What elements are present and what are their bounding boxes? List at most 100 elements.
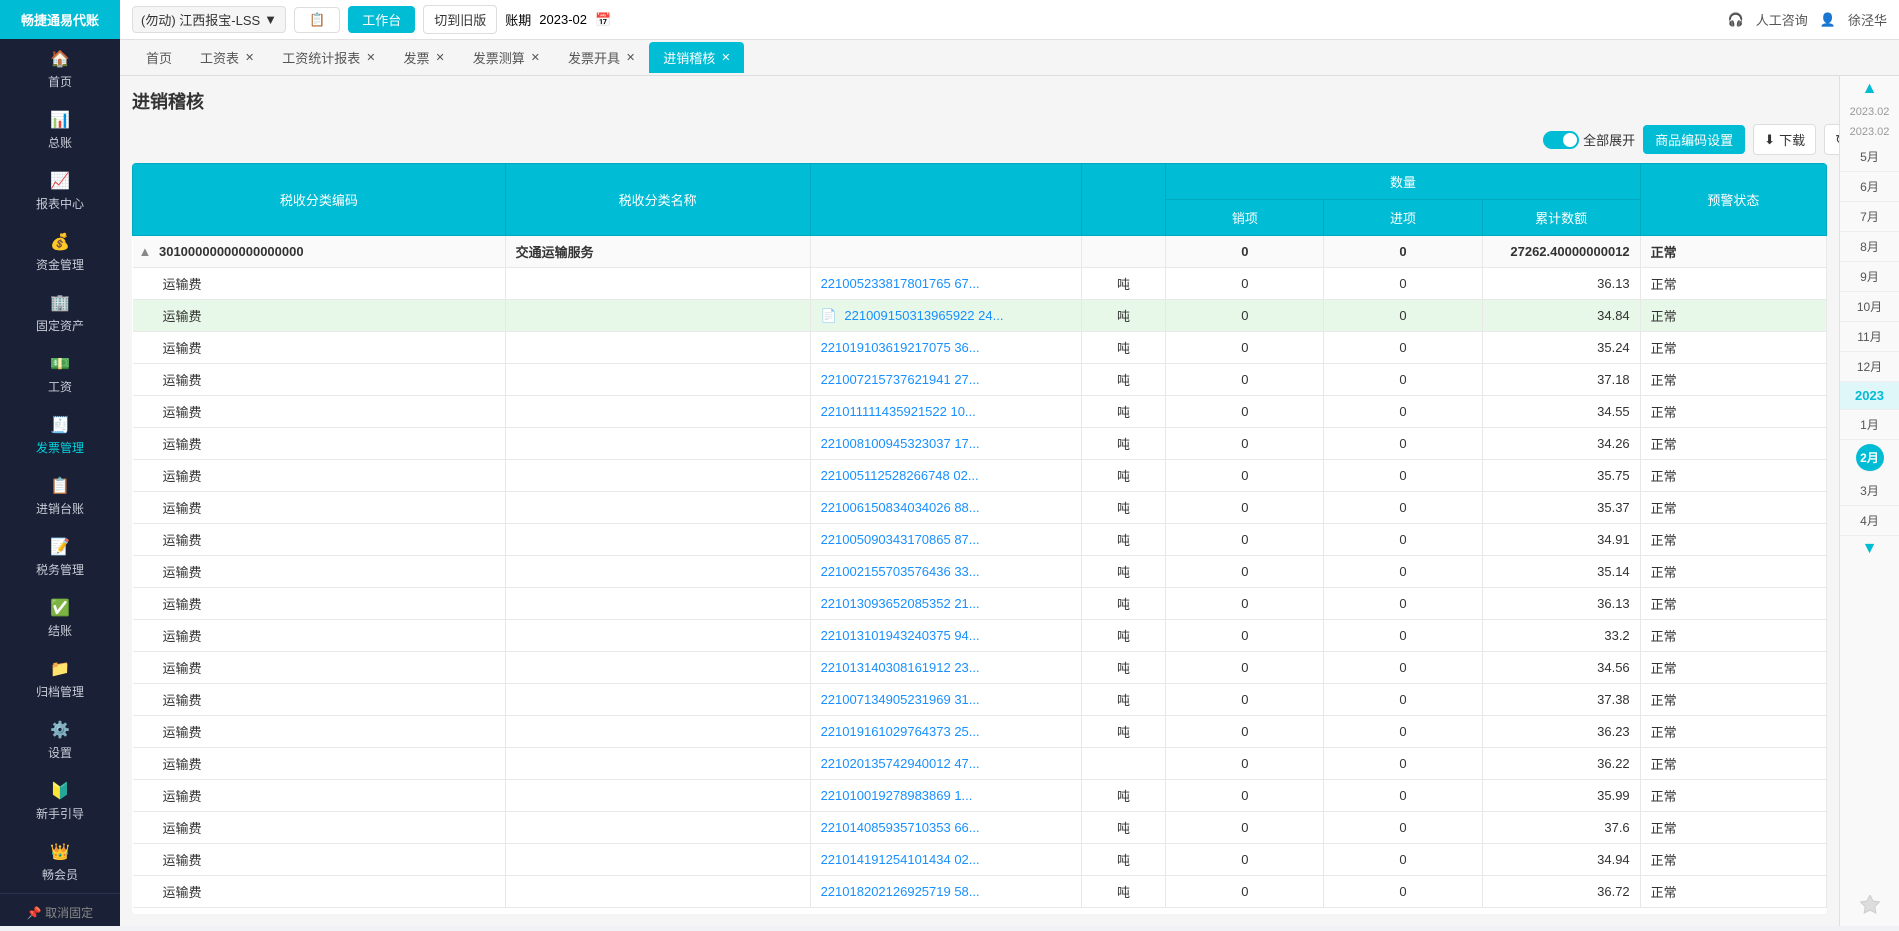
tab-salary-report[interactable]: 工资统计报表 ✕: [268, 42, 389, 73]
commodity-code-settings-button[interactable]: 商品编码设置: [1643, 125, 1745, 154]
sidebar-item-close[interactable]: ✅ 结账: [0, 588, 120, 649]
tab-invoice[interactable]: 发票 ✕: [389, 42, 458, 73]
calendar-9[interactable]: 9月: [1840, 262, 1899, 292]
tab-invoice-calc-close[interactable]: ✕: [531, 51, 540, 64]
cell-tax-code: 221005112528266748 02...: [810, 460, 1081, 492]
table-row[interactable]: 运输费 221005090343170865 87... 吨 0 0 34.91…: [133, 524, 1827, 556]
sidebar-item-settings[interactable]: ⚙️ 设置: [0, 710, 120, 771]
sidebar-item-home[interactable]: 🏠 首页: [0, 39, 120, 100]
unpin-button[interactable]: 📌 取消固定: [0, 893, 120, 931]
sidebar-item-finance[interactable]: 💰 资金管理: [0, 222, 120, 283]
sidebar-label-guide: 新手引导: [36, 805, 84, 822]
sidebar-item-assets[interactable]: 🏢 固定资产: [0, 283, 120, 344]
calendar-1[interactable]: 1月: [1840, 410, 1899, 440]
tab-invoice-issue-label: 发票开具: [568, 48, 620, 67]
calendar-3[interactable]: 3月: [1840, 476, 1899, 506]
sidebar-item-ledger[interactable]: 📊 总账: [0, 100, 120, 161]
switch-old-button[interactable]: 切到旧版: [423, 5, 497, 34]
table-row[interactable]: 运输费 221013093652085352 21... 吨 0 0 36.13…: [133, 588, 1827, 620]
table-row[interactable]: 运输费 221013101943240375 94... 吨 0 0 33.2 …: [133, 620, 1827, 652]
cell-status: 正常: [1640, 748, 1826, 780]
cell-purchase: 0: [1324, 620, 1482, 652]
table-row[interactable]: 运输费 221005112528266748 02... 吨 0 0 35.75…: [133, 460, 1827, 492]
cell-name: [505, 844, 810, 876]
cell-status: 正常: [1640, 684, 1826, 716]
table-row[interactable]: 运输费 221002155703576436 33... 吨 0 0 35.14…: [133, 556, 1827, 588]
calendar-10[interactable]: 10月: [1840, 292, 1899, 322]
sidebar-item-invoice[interactable]: 🧾 发票管理: [0, 405, 120, 466]
calendar-11[interactable]: 11月: [1840, 322, 1899, 352]
cell-code: 运输费: [133, 780, 506, 812]
table-row[interactable]: 运输费 221018202126925719 58... 吨 0 0 36.72…: [133, 876, 1827, 908]
table-row[interactable]: 运输费 221005233817801765 67... 吨 0 0 36.13…: [133, 268, 1827, 300]
sidebar-item-salary[interactable]: 💵 工资: [0, 344, 120, 405]
workbench-button[interactable]: 工作台: [348, 6, 415, 33]
download-button[interactable]: ⬇ 下载: [1753, 124, 1816, 155]
toggle-switch[interactable]: [1543, 131, 1579, 149]
favorite-icon[interactable]: [1860, 895, 1880, 915]
invoice-icon: 🧾: [50, 415, 70, 435]
table-row[interactable]: 运输费 221007134905231969 31... 吨 0 0 37.38…: [133, 684, 1827, 716]
tab-salary-report-close[interactable]: ✕: [366, 51, 375, 64]
tab-home[interactable]: 首页: [132, 42, 186, 73]
cell-tax-code: [810, 236, 1081, 268]
calendar-2-current[interactable]: 2月: [1856, 444, 1884, 472]
table-row[interactable]: 运输费 221011111435921522 10... 吨 0 0 34.55…: [133, 396, 1827, 428]
cell-code: 运输费: [133, 556, 506, 588]
sidebar-item-guide[interactable]: 🔰 新手引导: [0, 771, 120, 832]
table-row[interactable]: 运输费 221007215737621941 27... 吨 0 0 37.18…: [133, 364, 1827, 396]
company-selector[interactable]: (勿动) 江西报宝-LSS ▼: [132, 6, 286, 33]
support-label[interactable]: 人工咨询: [1756, 10, 1808, 29]
cell-status: 正常: [1640, 716, 1826, 748]
copy-button[interactable]: 📋: [294, 7, 340, 33]
tab-salary-close[interactable]: ✕: [245, 51, 254, 64]
cell-status: 正常: [1640, 876, 1826, 908]
sidebar-item-report[interactable]: 📈 报表中心: [0, 161, 120, 222]
tab-home-label: 首页: [146, 48, 172, 67]
sidebar-item-tax[interactable]: 📝 税务管理: [0, 527, 120, 588]
sidebar-item-sales-ledger[interactable]: 📋 进销台账: [0, 466, 120, 527]
calendar-year-2023[interactable]: 2023: [1840, 382, 1899, 410]
cell-status: 正常: [1640, 844, 1826, 876]
calendar-icon[interactable]: 📅: [595, 12, 611, 28]
company-dropdown-icon: ▼: [264, 12, 277, 27]
expand-all-toggle[interactable]: 全部展开: [1543, 130, 1635, 149]
tab-salary[interactable]: 工资表 ✕: [186, 42, 268, 73]
tab-invoice-calc[interactable]: 发票测算 ✕: [459, 42, 554, 73]
table-row[interactable]: 运输费 221006150834034026 88... 吨 0 0 35.37…: [133, 492, 1827, 524]
cell-code: 运输费: [133, 620, 506, 652]
calendar-4[interactable]: 4月: [1840, 506, 1899, 536]
calendar-12[interactable]: 12月: [1840, 352, 1899, 382]
sidebar-item-member[interactable]: 👑 畅会员: [0, 832, 120, 893]
cell-name: [505, 780, 810, 812]
tab-sales-audit-close[interactable]: ✕: [721, 51, 730, 64]
table-row[interactable]: 运输费 221020135742940012 47... 0 0 36.22 正…: [133, 748, 1827, 780]
table-row[interactable]: 运输费 221008100945323037 17... 吨 0 0 34.26…: [133, 428, 1827, 460]
cell-purchase: 0: [1324, 652, 1482, 684]
expand-all-label: 全部展开: [1583, 130, 1635, 149]
table-row[interactable]: 运输费 221019161029764373 25... 吨 0 0 36.23…: [133, 716, 1827, 748]
table-row[interactable]: 运输费 221014085935710353 66... 吨 0 0 37.6 …: [133, 812, 1827, 844]
table-row[interactable]: 运输费 221019103619217075 36... 吨 0 0 35.24…: [133, 332, 1827, 364]
calendar-6[interactable]: 6月: [1840, 172, 1899, 202]
calendar-8[interactable]: 8月: [1840, 232, 1899, 262]
tab-invoice-issue-close[interactable]: ✕: [626, 51, 635, 64]
tab-invoice-label: 发票: [403, 48, 429, 67]
table-row[interactable]: 运输费 📄 221009150313965922 24... 吨 0 0 34.…: [133, 300, 1827, 332]
tab-sales-audit[interactable]: 进销稽核 ✕: [649, 42, 744, 73]
table-row[interactable]: 运输费 221010019278983869 1... 吨 0 0 35.99 …: [133, 780, 1827, 812]
sidebar-item-archive[interactable]: 📁 归档管理: [0, 649, 120, 710]
sales-ledger-icon: 📋: [50, 476, 70, 496]
table-row[interactable]: 运输费 221013140308161912 23... 吨 0 0 34.56…: [133, 652, 1827, 684]
tab-invoice-issue[interactable]: 发票开具 ✕: [554, 42, 649, 73]
table-row[interactable]: ▲ 30100000000000000000 交通运输服务 0 0 27262.…: [133, 236, 1827, 268]
avatar-icon: 👤: [1820, 12, 1836, 28]
cell-sale: 0: [1166, 684, 1324, 716]
calendar-up-arrow[interactable]: ▲: [1840, 76, 1899, 102]
calendar-7[interactable]: 7月: [1840, 202, 1899, 232]
calendar-down-arrow[interactable]: ▼: [1840, 536, 1899, 562]
table-row[interactable]: 运输费 221014191254101434 02... 吨 0 0 34.94…: [133, 844, 1827, 876]
user-label[interactable]: 徐泾华: [1848, 10, 1887, 29]
calendar-5[interactable]: 5月: [1840, 142, 1899, 172]
tab-invoice-close[interactable]: ✕: [436, 51, 445, 64]
